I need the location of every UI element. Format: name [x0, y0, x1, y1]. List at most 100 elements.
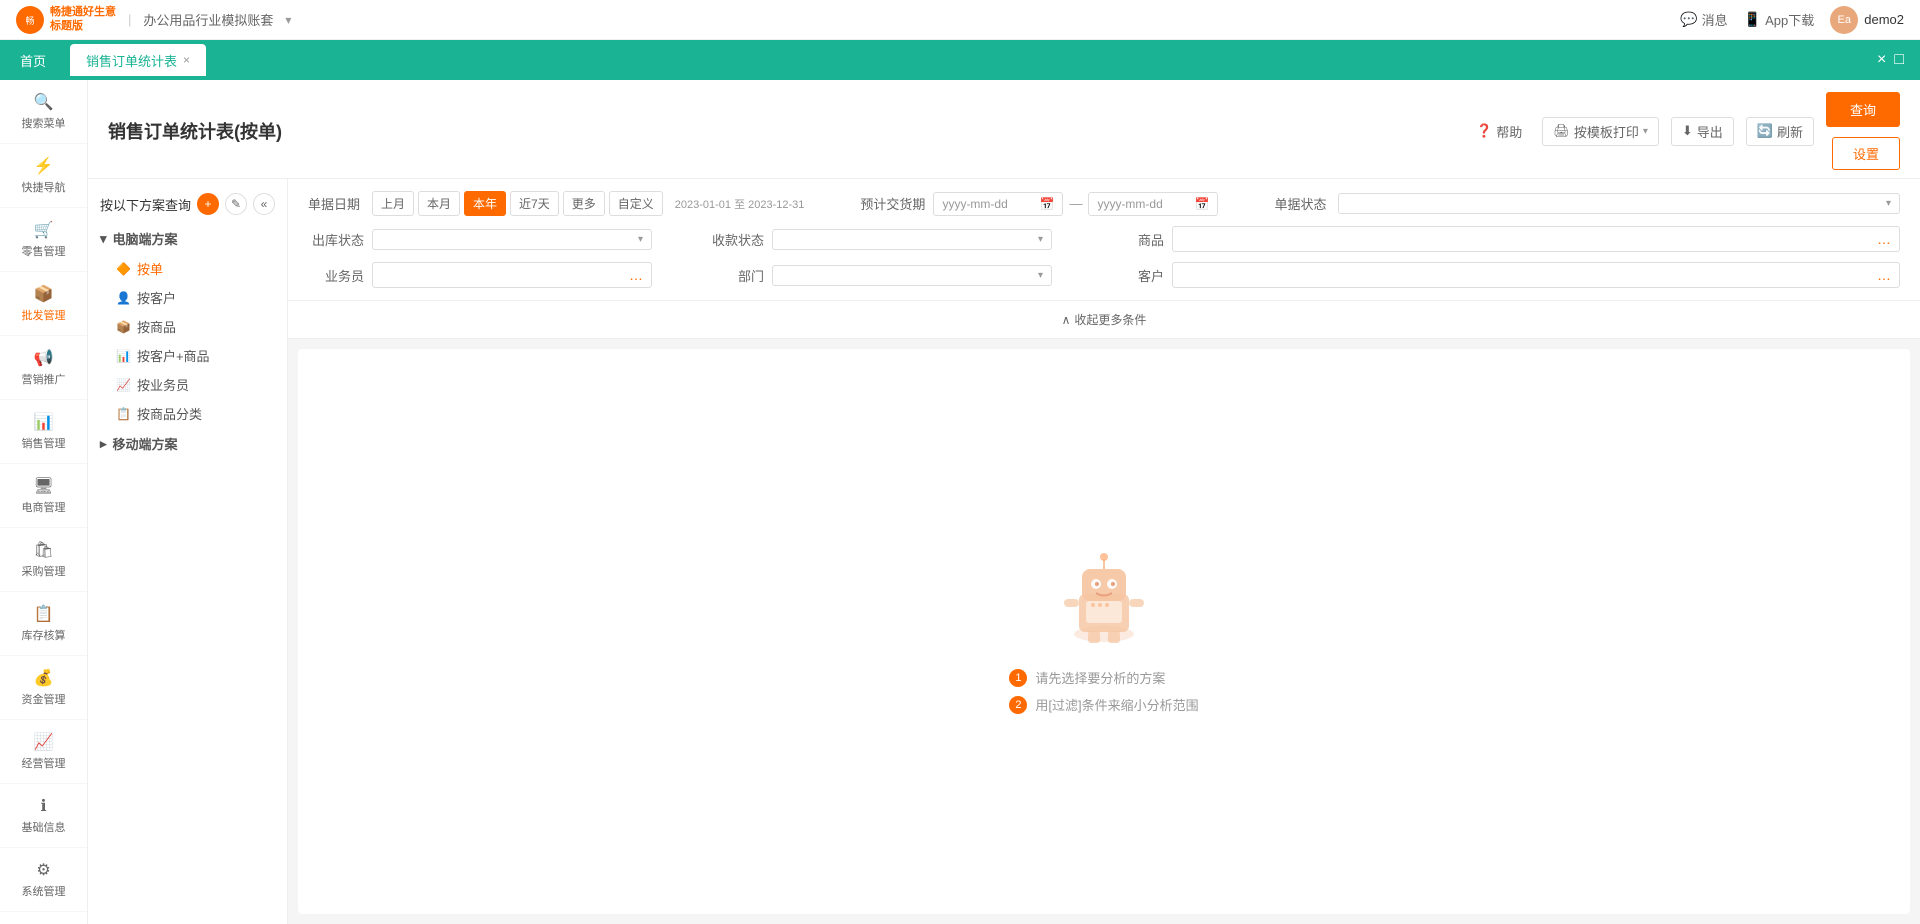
message-icon: 💬: [1680, 11, 1697, 28]
filter-row-2: 出库状态 ▾ 收款状态 ▾: [308, 226, 1900, 252]
tab-close-button[interactable]: ×: [183, 53, 190, 67]
nav-label-7: 采购管理: [22, 563, 66, 579]
scheme-item-4[interactable]: 📈 按业务员: [104, 370, 287, 399]
refresh-button[interactable]: 🔄 刷新: [1746, 117, 1814, 146]
nav-item-采购管理[interactable]: 🛍采购管理: [0, 528, 87, 592]
left-panel: 按以下方案查询 + ✎ « ▾ 电脑端方案: [88, 179, 288, 924]
expected-date-start[interactable]: yyyy-mm-dd 📅: [933, 192, 1063, 216]
workspace-dropdown-icon[interactable]: ▾: [285, 13, 291, 27]
nav-item-企业协同[interactable]: 🤝企业协同: [0, 912, 87, 924]
bill-status-item: 单据状态 ▾: [1274, 193, 1900, 214]
app-download-icon: 📱: [1744, 11, 1761, 28]
customer-dots-icon: …: [1877, 267, 1891, 283]
mobile-scheme-label: 移动端方案: [113, 434, 178, 453]
nav-item-零售管理[interactable]: 🛒零售管理: [0, 208, 87, 272]
add-scheme-button[interactable]: +: [197, 193, 219, 215]
date-btn-7days[interactable]: 近7天: [510, 191, 559, 216]
settings-button[interactable]: 设置: [1832, 137, 1900, 170]
expected-date-item: 预计交货期 yyyy-mm-dd 📅 — yyyy-mm-dd 📅: [860, 192, 1218, 216]
print-dropdown-icon: ▾: [1643, 126, 1648, 137]
empty-illustration: [1044, 549, 1164, 652]
nav-item-经营管理[interactable]: 📈经营管理: [0, 720, 87, 784]
user-menu[interactable]: Ea demo2: [1830, 6, 1904, 34]
nav-item-快捷导航[interactable]: ⚡快捷导航: [0, 144, 87, 208]
nav-item-系统管理[interactable]: ⚙系统管理: [0, 848, 87, 912]
nav-item-销售管理[interactable]: 📊销售管理: [0, 400, 87, 464]
query-button[interactable]: 查询: [1826, 92, 1900, 127]
date-btn-this-year[interactable]: 本年: [464, 191, 506, 216]
nav-item-搜索菜单[interactable]: 🔍搜索菜单: [0, 80, 87, 144]
scheme-item-3[interactable]: 📊 按客户+商品: [104, 341, 287, 370]
print-button[interactable]: 🖨 按模板打印 ▾: [1542, 117, 1659, 146]
nav-item-电商管理[interactable]: 🖥电商管理: [0, 464, 87, 528]
svg-text:畅: 畅: [25, 15, 34, 26]
expected-date-end[interactable]: yyyy-mm-dd 📅: [1088, 192, 1218, 216]
nav-item-营销推广[interactable]: 📢营销推广: [0, 336, 87, 400]
nav-item-基础信息[interactable]: ℹ基础信息: [0, 784, 87, 848]
date-separator: —: [1069, 196, 1082, 211]
nav-label-1: 快捷导航: [22, 179, 66, 195]
date-btn-more[interactable]: 更多: [563, 191, 605, 216]
goods-input[interactable]: …: [1172, 226, 1900, 252]
scheme-label-3: 按客户+商品: [137, 346, 210, 365]
help-button[interactable]: ❓ 帮助: [1468, 118, 1530, 145]
nav-item-批发管理[interactable]: 📦批发管理: [0, 272, 87, 336]
date-btn-this-month[interactable]: 本月: [418, 191, 460, 216]
nav-item-库存核算[interactable]: 📋库存核算: [0, 592, 87, 656]
app-download-label: App下载: [1765, 10, 1814, 29]
export-button[interactable]: ⬇ 导出: [1671, 117, 1734, 146]
date-btn-custom[interactable]: 自定义: [609, 191, 663, 216]
top-bar-left: 畅 畅捷通好生意 标题版 | 办公用品行业模拟账套 ▾: [16, 6, 291, 34]
pc-scheme-label: 电脑端方案: [113, 229, 178, 248]
maximize-button[interactable]: □: [1894, 51, 1904, 69]
collapse-panel-button[interactable]: «: [253, 193, 275, 215]
scheme-icon-0: 🔶: [116, 262, 131, 276]
mobile-scheme-header[interactable]: ▸ 移动端方案: [88, 428, 287, 459]
scheme-label-2: 按商品: [137, 317, 176, 336]
department-arrow: ▾: [1038, 270, 1043, 281]
payment-status-item: 收款状态 ▾: [708, 229, 1052, 250]
help-icon: ❓: [1476, 123, 1492, 139]
delivery-status-label: 出库状态: [308, 230, 364, 249]
scheme-tree: 🔶 按单 👤 按客户 📦 按商品 📊 按: [88, 254, 287, 428]
nav-item-资金管理[interactable]: 💰资金管理: [0, 656, 87, 720]
collapse-bar[interactable]: ∧ 收起更多条件: [288, 301, 1920, 339]
bill-status-select[interactable]: ▾: [1338, 193, 1900, 214]
nav-label-9: 资金管理: [22, 691, 66, 707]
expected-date-end-placeholder: yyyy-mm-dd: [1097, 197, 1162, 211]
minimize-button[interactable]: ×: [1877, 51, 1886, 69]
delivery-arrow: ▾: [638, 234, 643, 245]
scheme-item-0[interactable]: 🔶 按单: [104, 254, 287, 283]
salesperson-input[interactable]: …: [372, 262, 652, 288]
salesperson-label: 业务员: [308, 266, 364, 285]
empty-hints: 1 请先选择要分析的方案 2 用[过滤]条件来缩小分析范围: [1009, 668, 1198, 714]
scheme-icon-5: 📋: [116, 407, 131, 421]
app-download-button[interactable]: 📱 App下载: [1744, 10, 1815, 29]
scheme-item-5[interactable]: 📋 按商品分类: [104, 399, 287, 428]
pc-scheme-header[interactable]: ▾ 电脑端方案: [88, 223, 287, 254]
export-label: 导出: [1697, 122, 1723, 141]
department-label: 部门: [708, 266, 764, 285]
nav-label-2: 零售管理: [22, 243, 66, 259]
delivery-status-item: 出库状态 ▾: [308, 229, 652, 250]
nav-label-4: 营销推广: [22, 371, 66, 387]
message-button[interactable]: 💬 消息: [1680, 10, 1727, 29]
empty-state: 1 请先选择要分析的方案 2 用[过滤]条件来缩小分析范围: [298, 349, 1910, 914]
tab-active[interactable]: 销售订单统计表 ×: [70, 44, 206, 76]
edit-scheme-button[interactable]: ✎: [225, 193, 247, 215]
goods-dots-icon: …: [1877, 231, 1891, 247]
payment-status-select[interactable]: ▾: [772, 229, 1052, 250]
tab-home[interactable]: 首页: [0, 40, 66, 80]
scheme-label-0: 按单: [137, 259, 163, 278]
nav-label-11: 基础信息: [22, 819, 66, 835]
date-btn-last-month[interactable]: 上月: [372, 191, 414, 216]
scheme-icon-1: 👤: [116, 291, 131, 305]
customer-item: 客户 …: [1108, 262, 1900, 288]
delivery-status-select[interactable]: ▾: [372, 229, 652, 250]
department-select[interactable]: ▾: [772, 265, 1052, 286]
customer-input[interactable]: …: [1172, 262, 1900, 288]
print-icon: 🖨: [1553, 123, 1570, 139]
scheme-item-2[interactable]: 📦 按商品: [104, 312, 287, 341]
scheme-item-1[interactable]: 👤 按客户: [104, 283, 287, 312]
top-bar-right: 💬 消息 📱 App下载 Ea demo2: [1680, 6, 1904, 34]
